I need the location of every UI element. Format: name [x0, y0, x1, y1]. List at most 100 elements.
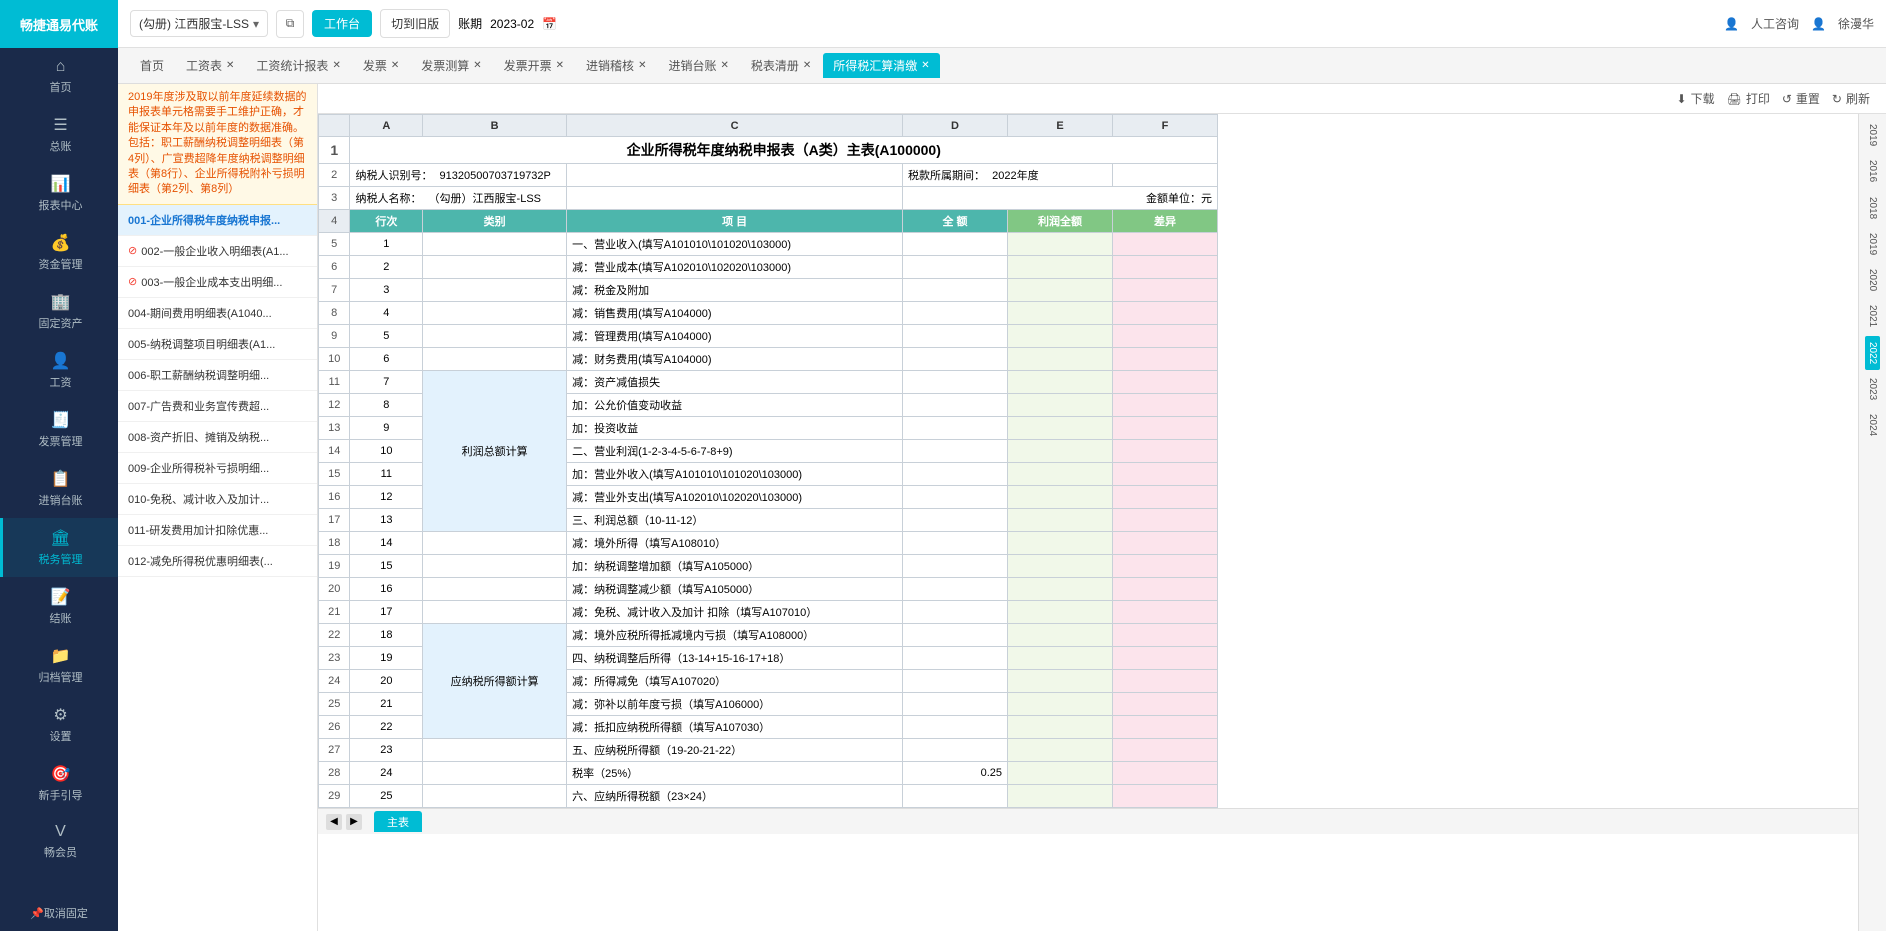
- sidebar-item-guide[interactable]: 🎯 新手引导: [0, 754, 118, 813]
- year-item-2016[interactable]: 2016: [1865, 154, 1880, 188]
- content-area: 2019年度涉及取以前年度延续数据的申报表单元格需要手工维护正确，才能保证本年及…: [118, 84, 1886, 931]
- reset-button[interactable]: ↺ 重置: [1782, 90, 1820, 107]
- username: 徐漫华: [1838, 15, 1874, 32]
- year-item-2022[interactable]: 2022: [1865, 336, 1880, 370]
- form-item-011[interactable]: 011-研发费用加计扣除优惠...: [118, 515, 317, 546]
- header-col-f: 差异: [1112, 210, 1217, 233]
- spreadsheet-container[interactable]: A B C D E F 1 企业所: [318, 114, 1858, 931]
- sidebar-item-payroll[interactable]: 👤 工资: [0, 341, 118, 400]
- table-row: 6 2 减：营业成本(填写A102010\102020\103000): [319, 256, 1218, 279]
- tab-sales-ledger-close[interactable]: ✕: [720, 60, 728, 71]
- tab-invoice[interactable]: 发票 ✕: [353, 53, 409, 78]
- pin-icon: 📌: [30, 907, 44, 920]
- form-item-007[interactable]: 007-广告费和业务宣传费超...: [118, 391, 317, 422]
- row-num-1: 1: [319, 137, 350, 164]
- sidebar-item-close[interactable]: 📝 结账: [0, 577, 118, 636]
- refresh-button[interactable]: ↻ 刷新: [1832, 90, 1870, 107]
- table-row: 22 18 应纳税所得额计算 减：境外应税所得抵减境内亏损（填写A108000）: [319, 624, 1218, 647]
- assets-icon: 🏢: [51, 292, 71, 312]
- tax-icon: 🏛: [50, 528, 70, 548]
- form-item-009[interactable]: 009-企业所得税补亏损明细...: [118, 453, 317, 484]
- tab-invoice-calc[interactable]: 发票测算 ✕: [411, 53, 491, 78]
- funds-icon: 💰: [51, 233, 71, 253]
- form-item-006[interactable]: 006-职工薪酬纳税调整明细...: [118, 360, 317, 391]
- table-row: 11 7 利润总额计算 减：资产减值损失: [319, 371, 1218, 394]
- sidebar-item-tax[interactable]: 🏛 税务管理: [0, 518, 118, 577]
- form-item-012[interactable]: 012-减免所得税优惠明细表(...: [118, 546, 317, 577]
- tab-tax-register[interactable]: 税表清册 ✕: [741, 53, 821, 78]
- tab-invoice-calc-close[interactable]: ✕: [473, 60, 481, 71]
- archive-icon: 📁: [51, 646, 71, 666]
- service-label[interactable]: 人工咨询: [1751, 15, 1799, 32]
- tab-income-tax[interactable]: 所得税汇算清缴 ✕: [823, 53, 939, 78]
- switch-old-button[interactable]: 切到旧版: [380, 9, 450, 38]
- sidebar-item-ledger[interactable]: ☰ 总账: [0, 105, 118, 164]
- sheet-tab-main[interactable]: 主表: [374, 811, 422, 832]
- workspace-button[interactable]: 工作台: [312, 10, 372, 37]
- table-row: 10 6 减：财务费用(填写A104000): [319, 348, 1218, 371]
- year-item-2018[interactable]: 2018: [1865, 191, 1880, 225]
- form-item-008[interactable]: 008-资产折旧、摊销及纳税...: [118, 422, 317, 453]
- sidebar-item-invoice[interactable]: 🧾 发票管理: [0, 400, 118, 459]
- form-list: 001-企业所得税年度纳税申报... ⊘ 002-一般企业收入明细表(A1...…: [118, 205, 317, 931]
- tab-sales-audit[interactable]: 进销稽核 ✕: [576, 53, 656, 78]
- year-item-2020[interactable]: 2020: [1865, 263, 1880, 297]
- unpin-button[interactable]: 📌 取消固定: [0, 895, 118, 931]
- form-item-010[interactable]: 010-免税、减计收入及加计...: [118, 484, 317, 515]
- tab-invoice-issue-close[interactable]: ✕: [556, 60, 564, 71]
- sidebar-item-funds[interactable]: 💰 资金管理: [0, 223, 118, 282]
- form-item-001[interactable]: 001-企业所得税年度纳税申报...: [118, 205, 317, 236]
- download-icon: ⬇: [1677, 92, 1687, 106]
- guide-icon: 🎯: [51, 764, 71, 784]
- sheet-next-arrow[interactable]: ▶: [346, 814, 362, 830]
- sidebar-item-member[interactable]: V 畅会员: [0, 813, 118, 870]
- tab-invoice-close[interactable]: ✕: [391, 60, 399, 71]
- year-item-2024[interactable]: 2024: [1865, 408, 1880, 442]
- tab-invoice-issue[interactable]: 发票开票 ✕: [494, 53, 574, 78]
- table-row: 29 25 六、应纳所得税额（23×24）: [319, 785, 1218, 808]
- sidebar-item-settings[interactable]: ⚙ 设置: [0, 695, 118, 754]
- form-item-002[interactable]: ⊘ 002-一般企业收入明细表(A1...: [118, 236, 317, 267]
- service-icon: 👤: [1724, 17, 1739, 31]
- year-item-2021[interactable]: 2021: [1865, 299, 1880, 333]
- year-item-2019b[interactable]: 2019: [1865, 227, 1880, 261]
- print-button[interactable]: 🖨 打印: [1727, 90, 1770, 107]
- sidebar-item-reports[interactable]: 📊 报表中心: [0, 164, 118, 223]
- tab-sales-audit-close[interactable]: ✕: [638, 60, 646, 71]
- tab-tax-register-close[interactable]: ✕: [803, 60, 811, 71]
- header-col-c: 项 目: [567, 210, 903, 233]
- print-icon: 🖨: [1727, 92, 1742, 106]
- tab-payroll[interactable]: 工资表 ✕: [176, 53, 244, 78]
- table-row: 20 16 减：纳税调整减少额（填写A105000）: [319, 578, 1218, 601]
- form-item-003[interactable]: ⊘ 003-一般企业成本支出明细...: [118, 267, 317, 298]
- calendar-icon: 📅: [542, 17, 557, 31]
- form-item-005[interactable]: 005-纳税调整项目明细表(A1...: [118, 329, 317, 360]
- sidebar-item-assets[interactable]: 🏢 固定资产: [0, 282, 118, 341]
- error-icon-003: ⊘: [128, 275, 137, 288]
- tab-sales-ledger[interactable]: 进销台账 ✕: [658, 53, 738, 78]
- company-selector[interactable]: (勾册) 江西服宝-LSS ▾: [130, 10, 268, 37]
- col-header-e: E: [1008, 115, 1113, 137]
- year-panel: 2019 2016 2018 2019 2020 2021 2022 2023 …: [1858, 114, 1886, 931]
- tab-payroll-close[interactable]: ✕: [226, 60, 234, 71]
- topbar: (勾册) 江西服宝-LSS ▾ ⧉ 工作台 切到旧版 账期 2023-02 📅 …: [118, 0, 1886, 48]
- taxpayer-id-label: 纳税人识别号： 91320500703719732P: [350, 164, 567, 187]
- table-row: 18 14 减：境外所得（填写A108010）: [319, 532, 1218, 555]
- app-logo: 畅捷通易代账: [0, 0, 118, 48]
- download-button[interactable]: ⬇ 下载: [1677, 90, 1715, 107]
- tab-income-tax-close[interactable]: ✕: [921, 60, 929, 71]
- sidebar-item-archive[interactable]: 📁 归档管理: [0, 636, 118, 695]
- copy-icon-btn[interactable]: ⧉: [276, 10, 304, 38]
- sidebar-item-sales-ledger[interactable]: 📋 进销台账: [0, 459, 118, 518]
- tab-payroll-stats-close[interactable]: ✕: [332, 60, 340, 71]
- ledger-icon: ☰: [53, 115, 67, 135]
- form-item-004[interactable]: 004-期间费用明细表(A1040...: [118, 298, 317, 329]
- sheet-prev-arrow[interactable]: ◀: [326, 814, 342, 830]
- tab-home[interactable]: 首页: [130, 53, 174, 78]
- year-item-2023[interactable]: 2023: [1865, 372, 1880, 406]
- tab-payroll-stats[interactable]: 工资统计报表 ✕: [246, 53, 350, 78]
- sidebar-item-home[interactable]: ⌂ 首页: [0, 48, 118, 105]
- year-item-2019a[interactable]: 2019: [1865, 118, 1880, 152]
- gear-icon: ⚙: [53, 705, 67, 725]
- reset-icon: ↺: [1782, 92, 1792, 106]
